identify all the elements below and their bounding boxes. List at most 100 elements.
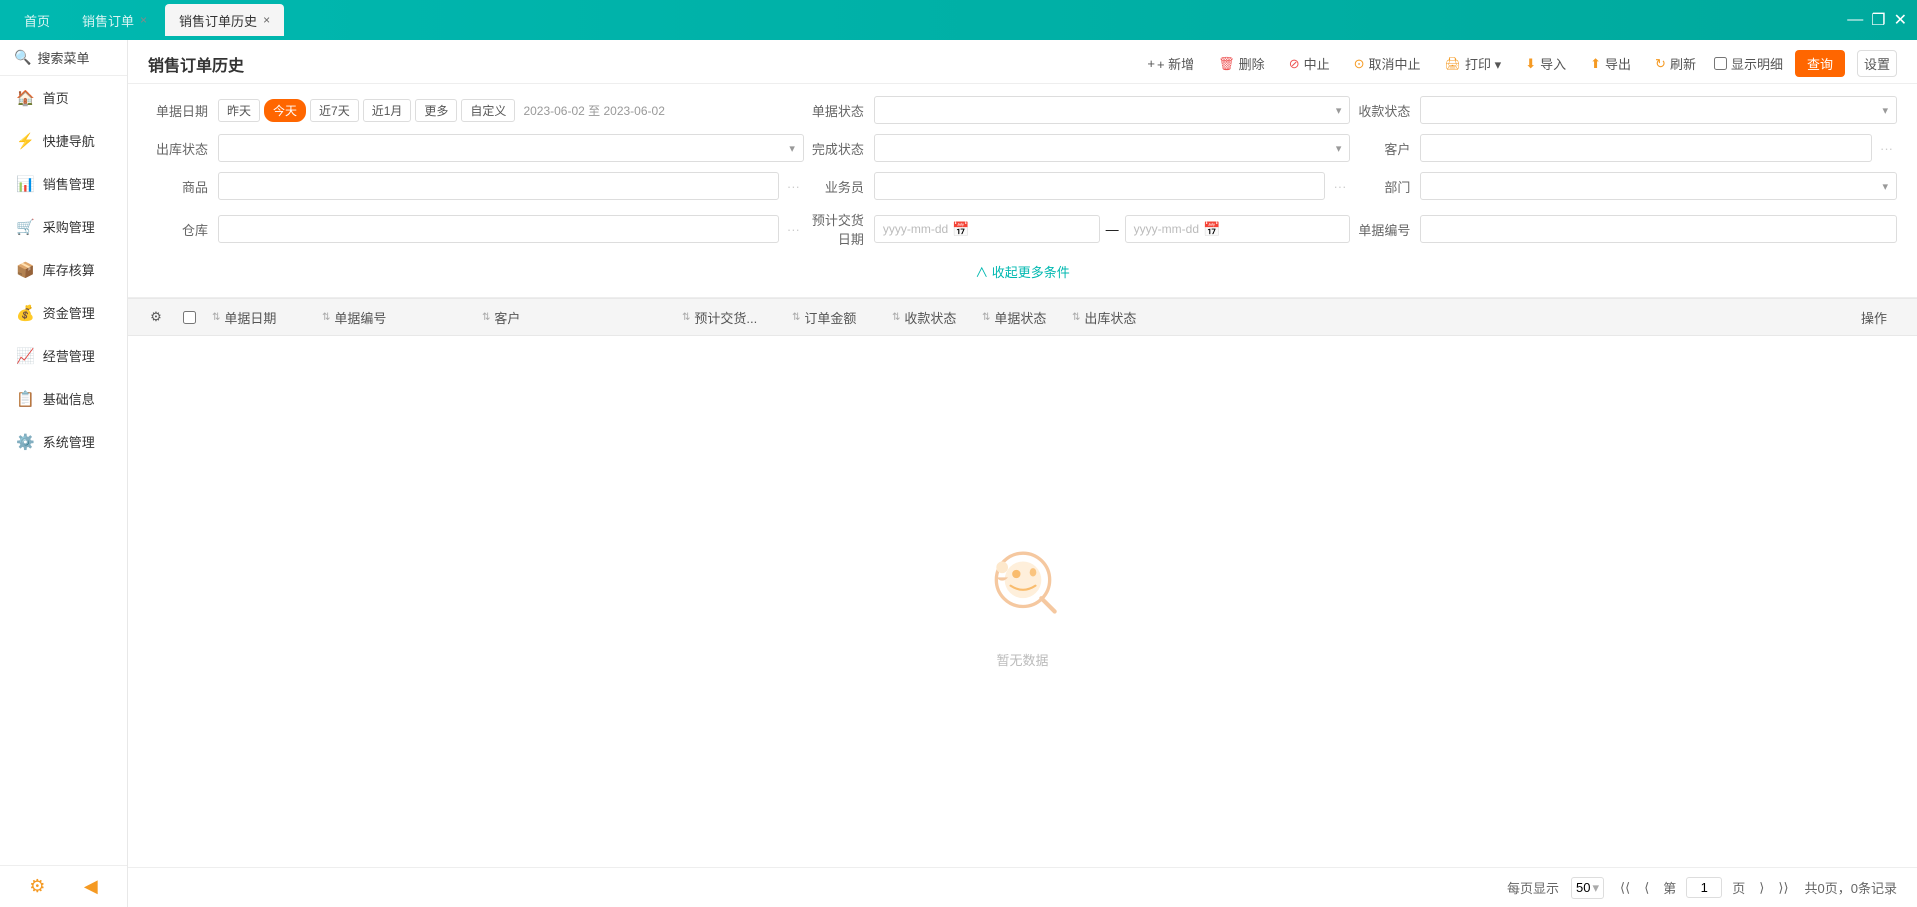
per-page-label: 每页显示	[1507, 878, 1559, 897]
date-btn-today[interactable]: 今天	[264, 99, 306, 122]
sidebar-collapse-icon[interactable]: ◀	[84, 876, 98, 897]
table-header: ⚙ ⇅ 单据日期 ⇅ 单据编号 ⇅ 客户 ⇅	[128, 298, 1917, 336]
doc-status-label: 单据状态	[804, 101, 874, 120]
doc-number-input[interactable]	[1420, 215, 1897, 243]
sidebar-item-home-label: 首页	[43, 88, 69, 107]
th-out-status[interactable]: ⇅ 出库状态	[1064, 308, 1154, 327]
filter-col-date: 单据日期 昨天 今天 近7天 近1月 更多 自定义 2023-06-02 至 2…	[148, 99, 804, 122]
sort-icon-date: ⇅	[212, 312, 220, 323]
last-page-btn[interactable]: ⟩⟩	[1774, 878, 1792, 898]
date-btn-yesterday[interactable]: 昨天	[218, 99, 260, 122]
out-status-arrow: ▾	[789, 142, 795, 155]
th-number[interactable]: ⇅ 单据编号	[314, 308, 474, 327]
th-amount[interactable]: ⇅ 订单金额	[784, 308, 884, 327]
tab-sales-order-history[interactable]: 销售订单历史 ×	[165, 4, 284, 36]
show-detail-input[interactable]	[1714, 57, 1727, 70]
date-range-text: 2023-06-02 至 2023-06-02	[523, 102, 664, 119]
per-page-select[interactable]: 50 ▾	[1571, 877, 1604, 899]
sidebar-item-operations[interactable]: 📈 经营管理	[0, 334, 127, 377]
delivery-date-start[interactable]: yyyy-mm-dd 📅	[874, 215, 1100, 243]
system-icon: ⚙️	[16, 433, 35, 451]
th-date[interactable]: ⇅ 单据日期	[204, 308, 314, 327]
salesperson-input[interactable]	[874, 172, 1326, 200]
date-quick-btns: 昨天 今天 近7天 近1月 更多 自定义	[218, 99, 515, 122]
query-button[interactable]: 查询	[1795, 50, 1845, 77]
pay-status-select[interactable]: ▾	[1420, 96, 1897, 124]
delivery-date-end[interactable]: yyyy-mm-dd 📅	[1125, 215, 1351, 243]
th-checkbox-input[interactable]	[183, 311, 196, 324]
cancel-stop-icon: ⊙	[1354, 56, 1365, 72]
dept-select[interactable]: ▾	[1420, 172, 1897, 200]
first-page-btn[interactable]: ⟨⟨	[1616, 878, 1634, 898]
export-icon: ⬆	[1590, 56, 1601, 72]
out-status-select[interactable]: ▾	[218, 134, 804, 162]
sort-icon-number: ⇅	[322, 312, 330, 323]
search-menu[interactable]: 🔍 搜索菜单	[0, 40, 127, 76]
purchase-icon: 🛒	[16, 218, 35, 236]
goods-input[interactable]	[218, 172, 779, 200]
salesperson-dots[interactable]: ···	[1329, 179, 1350, 194]
collapse-row[interactable]: ∧ 收起更多条件	[148, 258, 1897, 285]
date-placeholder-end: yyyy-mm-dd	[1134, 222, 1199, 236]
filter-row-4: 仓库 ··· 预计交货日期 yyyy-mm-dd 📅 —	[148, 210, 1897, 248]
date-btn-custom[interactable]: 自定义	[461, 99, 515, 122]
warehouse-dots[interactable]: ···	[783, 222, 804, 237]
complete-status-label: 完成状态	[804, 139, 874, 158]
sidebar-bottom: ⚙ ◀	[0, 865, 127, 907]
import-button[interactable]: ⬇ 导入	[1519, 51, 1572, 76]
filter-row-1: 单据日期 昨天 今天 近7天 近1月 更多 自定义 2023-06-02 至 2…	[148, 96, 1897, 124]
filter-col-delivery-date: 预计交货日期 yyyy-mm-dd 📅 — yyyy-mm-dd 📅	[804, 210, 1351, 248]
next-page-btn[interactable]: ⟩	[1755, 878, 1768, 898]
sidebar-settings-icon[interactable]: ⚙	[29, 876, 45, 897]
cancel-stop-button[interactable]: ⊙ 取消中止	[1348, 51, 1427, 76]
customer-dots[interactable]: ···	[1876, 141, 1897, 156]
doc-status-select[interactable]: ▾	[874, 96, 1351, 124]
warehouse-input[interactable]	[218, 215, 779, 243]
th-doc-status[interactable]: ⇅ 单据状态	[974, 308, 1064, 327]
new-button[interactable]: + + 新增	[1141, 51, 1200, 76]
delivery-date-label: 预计交货日期	[804, 210, 874, 248]
close-btn[interactable]: ✕	[1894, 10, 1907, 30]
tab-sales-order-history-close[interactable]: ×	[263, 13, 270, 27]
sort-icon-customer: ⇅	[482, 312, 490, 323]
sidebar-item-system[interactable]: ⚙️ 系统管理	[0, 420, 127, 463]
delete-button[interactable]: 🗑 删除	[1212, 51, 1271, 76]
th-pay-status[interactable]: ⇅ 收款状态	[884, 308, 974, 327]
restore-btn[interactable]: ❐	[1871, 10, 1885, 30]
operations-icon: 📈	[16, 347, 35, 365]
sidebar-item-inventory[interactable]: 📦 库存核算	[0, 248, 127, 291]
sidebar-item-sales[interactable]: 📊 销售管理	[0, 162, 127, 205]
complete-status-arrow: ▾	[1336, 142, 1342, 155]
sidebar-item-quick-nav[interactable]: ⚡ 快捷导航	[0, 119, 127, 162]
sidebar-item-home[interactable]: 🏠 首页	[0, 76, 127, 119]
settings-button[interactable]: 设置	[1857, 50, 1897, 77]
tab-sales-order-close[interactable]: ×	[140, 13, 147, 27]
inventory-icon: 📦	[16, 261, 35, 279]
tab-home[interactable]: 首页	[10, 4, 64, 36]
refresh-button[interactable]: ↻ 刷新	[1649, 51, 1702, 76]
customer-input[interactable]	[1420, 134, 1872, 162]
date-btn-7days[interactable]: 近7天	[310, 99, 359, 122]
prev-page-btn[interactable]: ⟨	[1640, 878, 1653, 898]
empty-icon	[973, 534, 1073, 634]
sidebar-item-purchase[interactable]: 🛒 采购管理	[0, 205, 127, 248]
print-button[interactable]: 🖨 打印 ▾	[1439, 51, 1508, 76]
date-btn-more[interactable]: 更多	[415, 99, 457, 122]
export-button[interactable]: ⬆ 导出	[1584, 51, 1637, 76]
th-checkbox[interactable]	[174, 311, 204, 324]
sidebar-item-finance[interactable]: 💰 资金管理	[0, 291, 127, 334]
th-customer[interactable]: ⇅ 客户	[474, 308, 674, 327]
goods-dots[interactable]: ···	[783, 179, 804, 194]
tab-sales-order[interactable]: 销售订单 ×	[68, 4, 161, 36]
show-detail-checkbox[interactable]: 显示明细	[1714, 54, 1783, 73]
search-menu-icon: 🔍	[14, 49, 31, 66]
stop-button[interactable]: ⊘ 中止	[1283, 51, 1336, 76]
date-btn-1month[interactable]: 近1月	[363, 99, 412, 122]
complete-status-select[interactable]: ▾	[874, 134, 1351, 162]
page-input[interactable]	[1686, 877, 1722, 898]
sidebar-item-basic[interactable]: 📋 基础信息	[0, 377, 127, 420]
th-delivery[interactable]: ⇅ 预计交货...	[674, 308, 784, 327]
minimize-btn[interactable]: —	[1847, 11, 1863, 29]
th-settings[interactable]: ⚙	[138, 309, 174, 325]
main-layout: 🔍 搜索菜单 🏠 首页 ⚡ 快捷导航 📊 销售管理 🛒 采购管理 📦 库存核算 …	[0, 40, 1917, 907]
